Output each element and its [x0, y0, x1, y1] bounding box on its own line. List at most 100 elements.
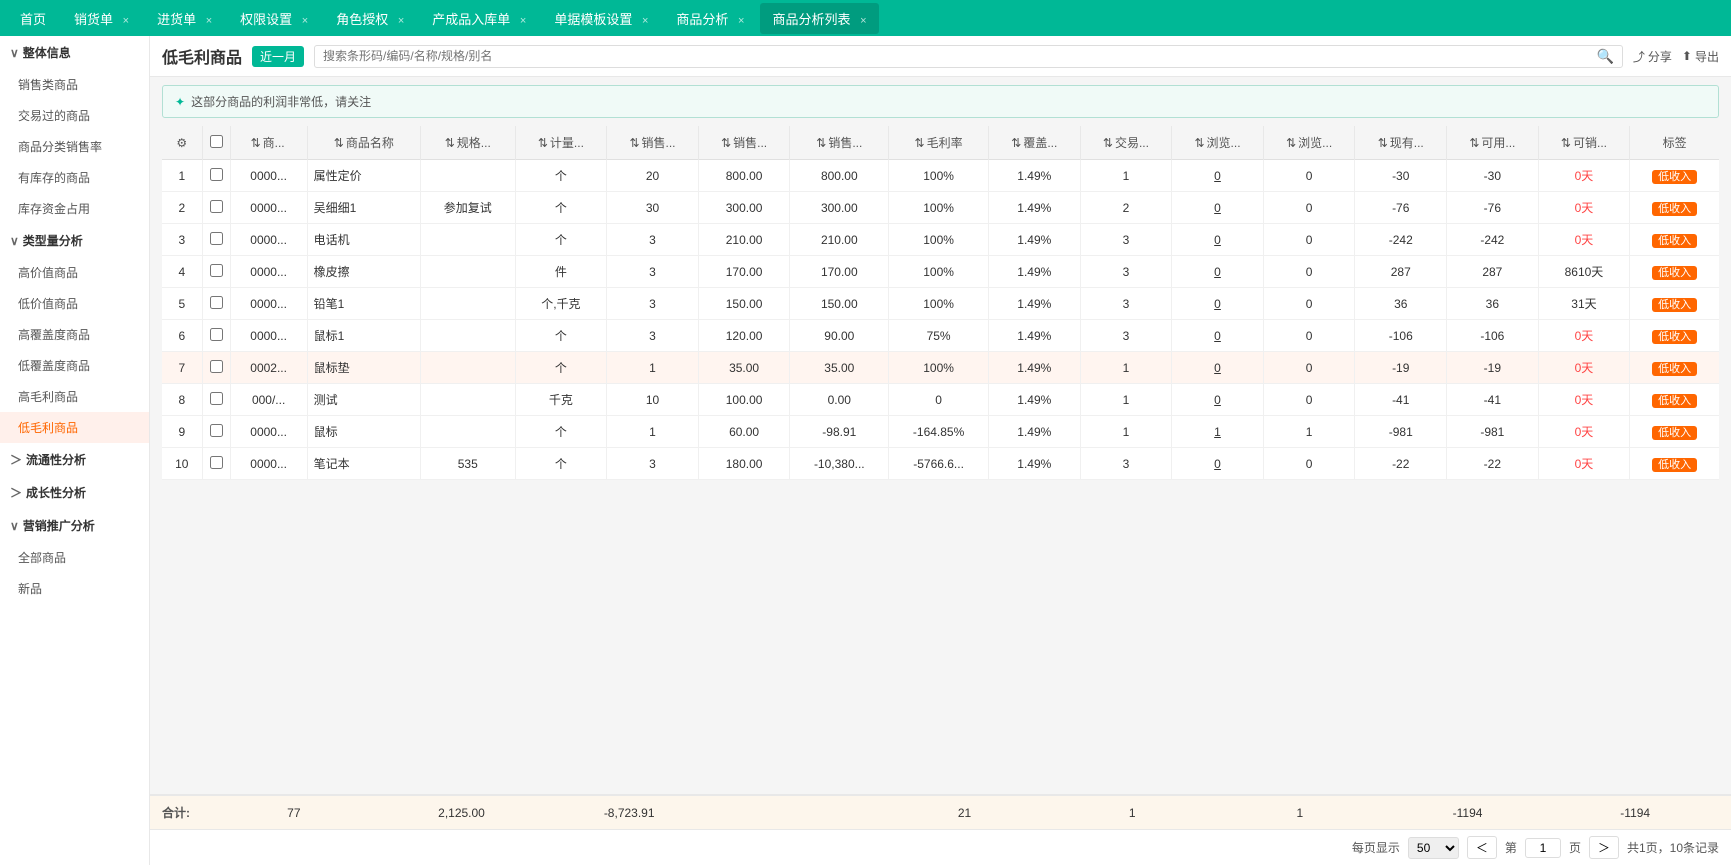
th-unit[interactable]: ⇅计量... [515, 126, 607, 160]
nav-product-analysis-close[interactable]: × [738, 15, 744, 27]
row-views1[interactable]: 0 [1172, 224, 1264, 256]
sidebar-item-new-products[interactable]: 新品 [0, 573, 149, 604]
row-checkbox[interactable] [210, 424, 223, 437]
th-available[interactable]: ⇅可用... [1447, 126, 1539, 160]
row-code: 0000... [230, 416, 307, 448]
row-checkbox[interactable] [210, 456, 223, 469]
select-all-checkbox[interactable] [210, 135, 223, 148]
th-tag[interactable]: 标签 [1630, 126, 1719, 160]
nav-permission-close[interactable]: × [302, 15, 308, 27]
nav-sales[interactable]: 销货单 × [62, 3, 141, 34]
nav-product-analysis-list-close[interactable]: × [860, 15, 866, 27]
sidebar-group-overall[interactable]: ∨ 整体信息 [0, 36, 149, 69]
export-button[interactable]: ⬆ 导出 [1682, 48, 1719, 65]
nav-product-analysis-list[interactable]: 商品分析列表 × [760, 3, 878, 34]
row-checkbox[interactable] [210, 200, 223, 213]
sidebar-group-type[interactable]: ∨ 类型量分析 [0, 224, 149, 257]
nav-sales-close[interactable]: × [123, 15, 129, 27]
sidebar-group-growth[interactable]: ＞ 成长性分析 [0, 476, 149, 509]
row-name: 测试 [307, 384, 420, 416]
th-views1[interactable]: ⇅浏览... [1172, 126, 1264, 160]
row-views1[interactable]: 1 [1172, 416, 1264, 448]
row-checkbox[interactable] [210, 360, 223, 373]
th-views2[interactable]: ⇅浏览... [1263, 126, 1355, 160]
sidebar-item-high-value[interactable]: 高价值商品 [0, 257, 149, 288]
share-button[interactable]: ⤴ 分享 [1633, 48, 1672, 65]
sidebar-item-low-coverage[interactable]: 低覆盖度商品 [0, 350, 149, 381]
next-page-button[interactable]: ＞ [1589, 836, 1619, 859]
search-input[interactable] [323, 49, 1596, 63]
nav-template[interactable]: 单据模板设置 × [542, 3, 660, 34]
row-checkbox[interactable] [210, 392, 223, 405]
nav-product-in-close[interactable]: × [520, 15, 526, 27]
time-tag-button[interactable]: 近一月 [252, 46, 304, 67]
th-code[interactable]: ⇅商... [230, 126, 307, 160]
prev-page-button[interactable]: ＜ [1467, 836, 1497, 859]
nav-template-close[interactable]: × [642, 15, 648, 27]
per-page-select[interactable]: 50 100 200 [1408, 837, 1459, 859]
search-icon[interactable]: 🔍 [1596, 48, 1613, 65]
sidebar-item-sales-products[interactable]: 销售类商品 [0, 69, 149, 100]
row-checkbox-cell[interactable] [202, 288, 230, 320]
row-views1[interactable]: 0 [1172, 448, 1264, 480]
nav-permission[interactable]: 权限设置 × [228, 3, 320, 34]
row-sellable: 0天 [1538, 448, 1630, 480]
row-checkbox[interactable] [210, 296, 223, 309]
sidebar-item-low-value[interactable]: 低价值商品 [0, 288, 149, 319]
th-current[interactable]: ⇅现有... [1355, 126, 1447, 160]
row-checkbox[interactable] [210, 232, 223, 245]
row-views1[interactable]: 0 [1172, 352, 1264, 384]
th-spec[interactable]: ⇅规格... [420, 126, 515, 160]
th-sales-price[interactable]: ⇅销售... [698, 126, 790, 160]
row-checkbox-cell[interactable] [202, 256, 230, 288]
nav-purchase-close[interactable]: × [206, 15, 212, 27]
row-checkbox[interactable] [210, 264, 223, 277]
row-views1[interactable]: 0 [1172, 288, 1264, 320]
row-current: -981 [1355, 416, 1447, 448]
sidebar-item-category-rate[interactable]: 商品分类销售率 [0, 131, 149, 162]
row-checkbox-cell[interactable] [202, 160, 230, 192]
settings-icon[interactable]: ⚙ [176, 136, 187, 150]
th-name[interactable]: ⇅商品名称 [307, 126, 420, 160]
nav-home[interactable]: 首页 [8, 3, 58, 34]
th-coverage[interactable]: ⇅覆盖... [989, 126, 1081, 160]
sidebar-item-traded-products[interactable]: 交易过的商品 [0, 100, 149, 131]
th-sales-profit[interactable]: ⇅销售... [790, 126, 889, 160]
row-checkbox-cell[interactable] [202, 320, 230, 352]
sidebar-group-flow[interactable]: ＞ 流通性分析 [0, 443, 149, 476]
nav-product-analysis[interactable]: 商品分析 × [664, 3, 756, 34]
sidebar-item-high-margin[interactable]: 高毛利商品 [0, 381, 149, 412]
sidebar-item-in-stock[interactable]: 有库存的商品 [0, 162, 149, 193]
row-checkbox-cell[interactable] [202, 352, 230, 384]
row-available: -41 [1447, 384, 1539, 416]
row-views1[interactable]: 0 [1172, 160, 1264, 192]
row-checkbox[interactable] [210, 328, 223, 341]
th-sellable[interactable]: ⇅可销... [1538, 126, 1630, 160]
th-settings[interactable]: ⚙ [162, 126, 202, 160]
th-transactions[interactable]: ⇅交易... [1080, 126, 1172, 160]
page-input[interactable] [1525, 838, 1561, 858]
row-checkbox-cell[interactable] [202, 224, 230, 256]
row-checkbox-cell[interactable] [202, 192, 230, 224]
table-area[interactable]: ⚙ ⇅商... ⇅商品名称 ⇅规格... ⇅计量... ⇅销售... ⇅销售..… [150, 126, 1731, 794]
row-checkbox-cell[interactable] [202, 448, 230, 480]
row-views1[interactable]: 0 [1172, 384, 1264, 416]
nav-role-close[interactable]: × [398, 15, 404, 27]
row-views1[interactable]: 0 [1172, 192, 1264, 224]
th-gross-rate[interactable]: ⇅毛利率 [889, 126, 989, 160]
row-views1[interactable]: 0 [1172, 320, 1264, 352]
sidebar-group-marketing[interactable]: ∨ 营销推广分析 [0, 509, 149, 542]
nav-product-in[interactable]: 产成品入库单 × [420, 3, 538, 34]
sidebar-item-high-coverage[interactable]: 高覆盖度商品 [0, 319, 149, 350]
sidebar-item-capital-usage[interactable]: 库存资金占用 [0, 193, 149, 224]
row-checkbox-cell[interactable] [202, 384, 230, 416]
row-checkbox-cell[interactable] [202, 416, 230, 448]
th-checkbox[interactable] [202, 126, 230, 160]
th-sales-qty[interactable]: ⇅销售... [607, 126, 699, 160]
nav-role[interactable]: 角色授权 × [324, 3, 416, 34]
sidebar-item-all-products[interactable]: 全部商品 [0, 542, 149, 573]
row-checkbox[interactable] [210, 168, 223, 181]
sidebar-item-low-margin[interactable]: 低毛利商品 [0, 412, 149, 443]
row-views1[interactable]: 0 [1172, 256, 1264, 288]
nav-purchase[interactable]: 进货单 × [145, 3, 224, 34]
